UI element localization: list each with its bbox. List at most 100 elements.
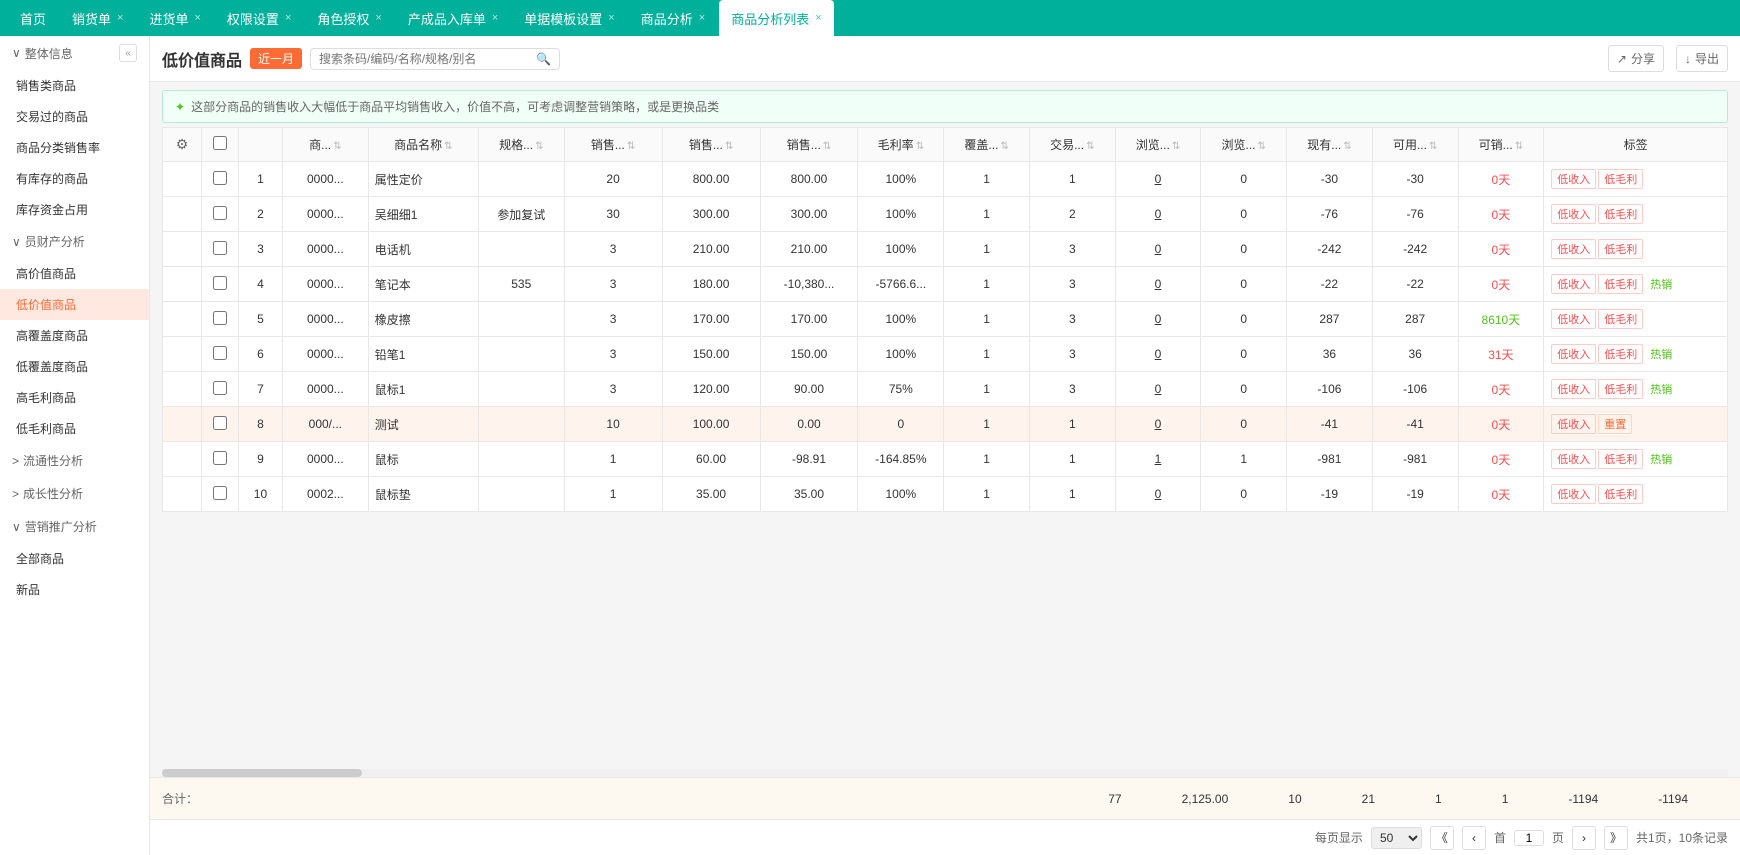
sidebar-item-low-value[interactable]: 低价值商品: [0, 289, 149, 320]
sidebar-item-stock-goods[interactable]: 有库存的商品: [0, 163, 149, 194]
search-input[interactable]: [319, 52, 532, 66]
close-icon[interactable]: ×: [375, 12, 381, 24]
row-checkbox[interactable]: [213, 171, 227, 185]
td-checkbox[interactable]: [202, 442, 239, 477]
sidebar-group-marketing[interactable]: ∨ 营销推广分析: [0, 510, 149, 543]
sidebar-group-overall[interactable]: ∨ 整体信息 «: [0, 36, 149, 70]
th-code[interactable]: 商...⇅: [282, 128, 368, 162]
sidebar-group-growth[interactable]: > 成长性分析: [0, 477, 149, 510]
td-checkbox[interactable]: [202, 162, 239, 197]
browse-link[interactable]: 0: [1155, 207, 1162, 221]
sidebar-item-traded-goods[interactable]: 交易过的商品: [0, 101, 149, 132]
nav-goods-list[interactable]: 商品分析列表 ×: [719, 0, 833, 36]
th-trade[interactable]: 交易...⇅: [1029, 128, 1115, 162]
sidebar-item-category-rate[interactable]: 商品分类销售率: [0, 132, 149, 163]
table-wrapper[interactable]: ⚙ 商...⇅ 商品名称⇅ 规格...⇅ 销售...⇅ 销售...⇅ 销售...…: [150, 127, 1740, 769]
td-checkbox[interactable]: [202, 302, 239, 337]
close-icon[interactable]: ×: [608, 12, 614, 24]
close-icon[interactable]: ×: [194, 12, 200, 24]
td-checkbox[interactable]: [202, 337, 239, 372]
td-checkbox[interactable]: [202, 407, 239, 442]
nav-goods-analysis[interactable]: 商品分析 ×: [629, 0, 717, 36]
th-profit[interactable]: 毛利率⇅: [858, 128, 944, 162]
nav-product[interactable]: 产成品入库单 ×: [396, 0, 510, 36]
row-checkbox[interactable]: [213, 276, 227, 290]
browse-link[interactable]: 1: [1155, 452, 1162, 466]
nav-role[interactable]: 角色授权 ×: [305, 0, 393, 36]
sidebar-item-high-coverage[interactable]: 高覆盖度商品: [0, 320, 149, 351]
close-icon[interactable]: ×: [492, 12, 498, 24]
row-checkbox[interactable]: [213, 241, 227, 255]
td-checkbox[interactable]: [202, 232, 239, 267]
sidebar-item-high-profit[interactable]: 高毛利商品: [0, 382, 149, 413]
row-checkbox[interactable]: [213, 206, 227, 220]
prev-page-btn[interactable]: ‹: [1462, 826, 1486, 850]
th-cover[interactable]: 覆盖...⇅: [944, 128, 1030, 162]
settings-icon[interactable]: ⚙: [176, 136, 189, 152]
share-button[interactable]: ↗ 分享: [1608, 45, 1664, 72]
sidebar-item-stock-capital[interactable]: 库存资金占用: [0, 194, 149, 225]
last-page-btn[interactable]: 》: [1604, 826, 1628, 850]
th-stock2[interactable]: 可用...⇅: [1372, 128, 1458, 162]
close-icon[interactable]: ×: [815, 12, 821, 24]
sidebar-item-low-coverage[interactable]: 低覆盖度商品: [0, 351, 149, 382]
select-all-checkbox[interactable]: [213, 136, 227, 150]
th-settings[interactable]: ⚙: [163, 128, 202, 162]
browse-link[interactable]: 0: [1155, 347, 1162, 361]
row-checkbox[interactable]: [213, 451, 227, 465]
sidebar-item-high-value[interactable]: 高价值商品: [0, 258, 149, 289]
export-button[interactable]: ↓ 导出: [1676, 45, 1728, 72]
first-page-btn[interactable]: 《: [1430, 826, 1454, 850]
sidebar-group-financial[interactable]: ∨ 员财产分析: [0, 225, 149, 258]
page-total-info: 共1页，10条记录: [1636, 829, 1728, 846]
sidebar-item-sales-goods[interactable]: 销售类商品: [0, 70, 149, 101]
td-checkbox[interactable]: [202, 477, 239, 512]
close-icon[interactable]: ×: [117, 12, 123, 24]
td-checkbox[interactable]: [202, 197, 239, 232]
row-checkbox[interactable]: [213, 346, 227, 360]
browse-link[interactable]: 0: [1155, 487, 1162, 501]
browse-link[interactable]: 0: [1155, 242, 1162, 256]
search-icon[interactable]: 🔍: [536, 52, 551, 66]
row-checkbox[interactable]: [213, 416, 227, 430]
page-size-select[interactable]: 50 100: [1371, 827, 1422, 849]
row-checkbox[interactable]: [213, 381, 227, 395]
th-checkbox[interactable]: [202, 128, 239, 162]
nav-permission[interactable]: 权限设置 ×: [215, 0, 303, 36]
sidebar-item-new-goods[interactable]: 新品: [0, 574, 149, 605]
td-checkbox[interactable]: [202, 267, 239, 302]
browse-link[interactable]: 0: [1155, 172, 1162, 186]
time-badge[interactable]: 近一月: [250, 48, 302, 69]
nav-home[interactable]: 首页: [8, 0, 58, 36]
row-checkbox[interactable]: [213, 486, 227, 500]
nav-template[interactable]: 单据模板设置 ×: [512, 0, 626, 36]
browse-link[interactable]: 0: [1155, 382, 1162, 396]
th-sale3[interactable]: 销售...⇅: [760, 128, 858, 162]
browse-link[interactable]: 0: [1155, 417, 1162, 431]
th-sale1[interactable]: 销售...⇅: [564, 128, 662, 162]
close-icon[interactable]: ×: [285, 12, 291, 24]
close-icon[interactable]: ×: [699, 12, 705, 24]
sidebar-item-all-goods[interactable]: 全部商品: [0, 543, 149, 574]
sidebar-group-circulation[interactable]: > 流通性分析: [0, 444, 149, 477]
next-page-btn[interactable]: ›: [1572, 826, 1596, 850]
td-checkbox[interactable]: [202, 372, 239, 407]
th-sale2[interactable]: 销售...⇅: [662, 128, 760, 162]
th-spec[interactable]: 规格...⇅: [478, 128, 564, 162]
row-checkbox[interactable]: [213, 311, 227, 325]
nav-purchase[interactable]: 进货单 ×: [137, 0, 212, 36]
page-input[interactable]: [1514, 830, 1544, 846]
sidebar-collapse-btn[interactable]: «: [119, 44, 137, 62]
browse-link[interactable]: 0: [1155, 312, 1162, 326]
td-stock2: -981: [1372, 442, 1458, 477]
scrollbar-thumb[interactable]: [162, 769, 362, 777]
nav-sales[interactable]: 销货单 ×: [60, 0, 135, 36]
browse-link[interactable]: 0: [1155, 277, 1162, 291]
horizontal-scrollbar[interactable]: [162, 769, 1728, 777]
th-browse1[interactable]: 浏览...⇅: [1115, 128, 1201, 162]
th-browse2[interactable]: 浏览...⇅: [1201, 128, 1287, 162]
th-name[interactable]: 商品名称⇅: [368, 128, 478, 162]
th-stock1[interactable]: 现有...⇅: [1287, 128, 1373, 162]
sidebar-item-low-profit[interactable]: 低毛利商品: [0, 413, 149, 444]
th-sellable[interactable]: 可销...⇅: [1458, 128, 1544, 162]
